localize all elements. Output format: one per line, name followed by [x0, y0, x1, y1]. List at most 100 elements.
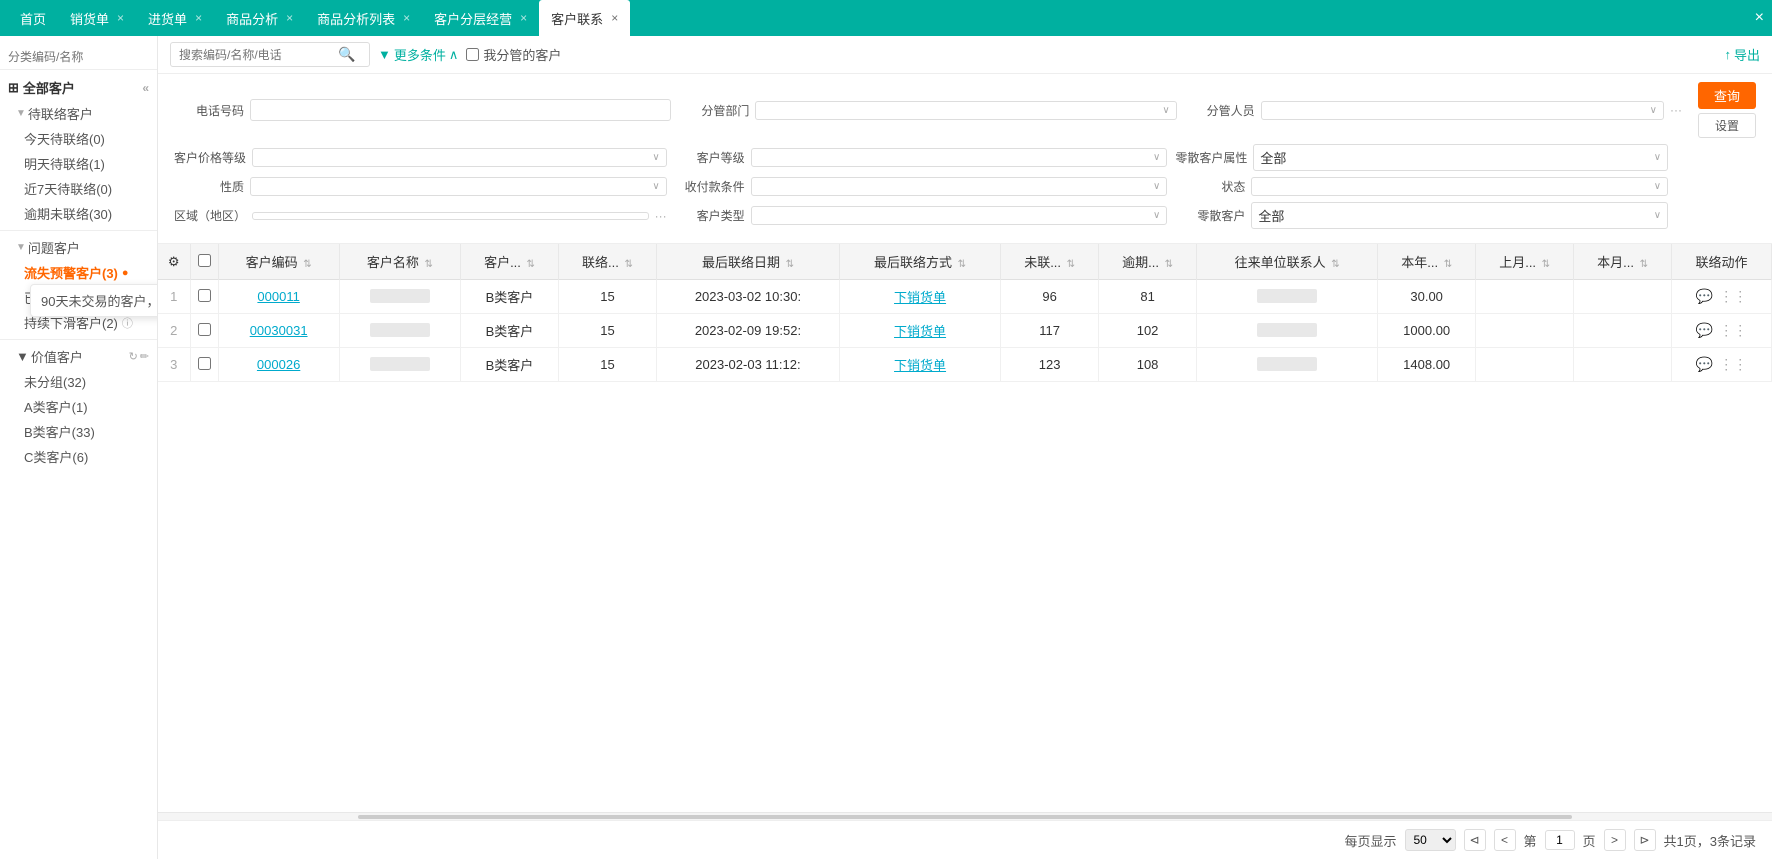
- tab-product-list-close[interactable]: ×: [403, 11, 410, 25]
- filter-scatter-select[interactable]: 全部 ∨: [1251, 202, 1668, 229]
- th-type[interactable]: 客户... ⇅: [461, 244, 559, 280]
- filter-scatter-attr-select[interactable]: 全部 ∨: [1253, 144, 1668, 171]
- filter-phone-input[interactable]: [250, 99, 671, 121]
- action-msg-1[interactable]: 💬: [1696, 288, 1713, 305]
- tab-customer-segment-close[interactable]: ×: [520, 11, 527, 25]
- tab-product-analysis[interactable]: 商品分析 ×: [214, 0, 305, 36]
- filter-btn[interactable]: ▼ 更多条件 ∧: [378, 45, 458, 64]
- th-contact[interactable]: 联络... ⇅: [558, 244, 656, 280]
- tab-purchase-close[interactable]: ×: [195, 11, 202, 25]
- my-customers-check-input[interactable]: [466, 48, 479, 61]
- window-close-btn[interactable]: ×: [1755, 9, 1764, 27]
- page-input[interactable]: [1545, 830, 1575, 850]
- filter-status-select[interactable]: ∨: [1251, 177, 1668, 196]
- th-this-month[interactable]: 本月... ⇅: [1574, 244, 1672, 280]
- sidebar-item-ungroup[interactable]: 未分组(32): [0, 369, 157, 394]
- action-more-2[interactable]: ⋮⋮: [1719, 322, 1747, 339]
- filter-payment-select[interactable]: ∨: [751, 177, 1168, 196]
- filter-grade-select[interactable]: ∨: [751, 148, 1168, 167]
- tab-purchase[interactable]: 进货单 ×: [136, 0, 214, 36]
- query-btn[interactable]: 查询: [1698, 82, 1756, 109]
- th-last-month[interactable]: 上月... ⇅: [1476, 244, 1574, 280]
- th-last-method[interactable]: 最后联络方式 ⇅: [839, 244, 1000, 280]
- sidebar-item-overdue[interactable]: 逾期未联络(30): [0, 201, 157, 226]
- my-customers-checkbox[interactable]: 我分管的客户: [466, 45, 561, 64]
- search-btn[interactable]: 🔍: [338, 46, 355, 63]
- filter-nature: 性质 ∨: [174, 177, 667, 196]
- row-checkbox-3[interactable]: [198, 357, 211, 370]
- td-method-2[interactable]: 下销货单: [839, 314, 1000, 348]
- filter-scatter-label: 零散客户: [1175, 207, 1245, 224]
- filter-region-select[interactable]: [252, 212, 649, 220]
- sidebar-section-pending[interactable]: ▼ 待联络客户: [0, 101, 157, 126]
- td-code-1[interactable]: 000011: [218, 280, 339, 314]
- th-gear[interactable]: ⚙: [158, 244, 190, 280]
- th-name[interactable]: 客户名称 ⇅: [339, 244, 460, 280]
- select-all-checkbox[interactable]: [198, 254, 211, 267]
- scrollbar-thumb[interactable]: [358, 815, 1572, 819]
- sort-nc-icon: ⇅: [1067, 259, 1075, 270]
- td-nc-2: 117: [1001, 314, 1099, 348]
- chevron-down-icon-8: ∨: [1654, 181, 1661, 192]
- td-code-3[interactable]: 000026: [218, 348, 339, 382]
- sidebar-section-value[interactable]: ▼ 价值客户 ↻ ✏: [0, 344, 157, 369]
- sidebar-item-churn-warning[interactable]: 流失预警客户(3) ●: [0, 260, 157, 285]
- sidebar-item-tomorrow[interactable]: 明天待联络(1): [0, 151, 157, 176]
- action-msg-2[interactable]: 💬: [1696, 322, 1713, 339]
- tab-customer-contact[interactable]: 客户联系 ×: [539, 0, 630, 36]
- page-size-select[interactable]: 50 20 100: [1405, 829, 1456, 851]
- tab-customer-contact-close[interactable]: ×: [611, 11, 618, 25]
- sidebar-search-area: 🔍: [0, 44, 157, 70]
- search-input[interactable]: [179, 48, 334, 62]
- tab-sales-close[interactable]: ×: [117, 11, 124, 25]
- action-msg-3[interactable]: 💬: [1696, 356, 1713, 373]
- setting-btn[interactable]: 设置: [1698, 113, 1756, 138]
- td-code-2[interactable]: 00030031: [218, 314, 339, 348]
- tab-product-list[interactable]: 商品分析列表 ×: [305, 0, 422, 36]
- sidebar-section-problem[interactable]: ▼ 问题客户: [0, 235, 157, 260]
- filter-price-grade-select[interactable]: ∨: [252, 148, 667, 167]
- last-page-btn[interactable]: ⊳: [1634, 829, 1656, 851]
- sidebar-item-b-class[interactable]: B类客户(33): [0, 419, 157, 444]
- filter-row-2: 客户价格等级 ∨ 客户等级 ∨ 零散客户属性 全部: [174, 144, 1756, 171]
- td-method-1[interactable]: 下销货单: [839, 280, 1000, 314]
- sidebar-all-customers[interactable]: ⊞ 全部客户 «: [0, 74, 157, 101]
- sidebar-item-c-class[interactable]: C类客户(6): [0, 444, 157, 469]
- action-more-1[interactable]: ⋮⋮: [1719, 288, 1747, 305]
- filter-dept-select[interactable]: ∨: [755, 101, 1176, 120]
- filter-cust-type-select[interactable]: ∨: [751, 206, 1168, 225]
- filter-nature-select[interactable]: ∨: [250, 177, 667, 196]
- first-page-btn[interactable]: ⊲: [1464, 829, 1486, 851]
- tab-sales[interactable]: 销货单 ×: [58, 0, 136, 36]
- th-contact-person[interactable]: 往来单位联系人 ⇅: [1197, 244, 1378, 280]
- row-checkbox-2[interactable]: [198, 323, 211, 336]
- chevron-down-icon-7: ∨: [1153, 181, 1160, 192]
- sidebar-item-7days[interactable]: 近7天待联络(0): [0, 176, 157, 201]
- prev-page-btn[interactable]: <: [1494, 829, 1516, 851]
- tab-customer-segment[interactable]: 客户分层经营 ×: [422, 0, 539, 36]
- td-method-3[interactable]: 下销货单: [839, 348, 1000, 382]
- filter-region-ellipsis[interactable]: ···: [655, 209, 667, 223]
- filter-person-ellipsis[interactable]: ···: [1670, 103, 1682, 117]
- sidebar-item-a-class[interactable]: A类客户(1): [0, 394, 157, 419]
- th-overdue[interactable]: 逾期... ⇅: [1099, 244, 1197, 280]
- sidebar-item-today[interactable]: 今天待联络(0): [0, 126, 157, 151]
- edit-icon[interactable]: ✏: [140, 350, 149, 363]
- next-page-btn[interactable]: >: [1604, 829, 1626, 851]
- action-more-3[interactable]: ⋮⋮: [1719, 356, 1747, 373]
- sidebar-search-input[interactable]: [8, 50, 158, 64]
- export-btn[interactable]: ↑ 导出: [1724, 45, 1760, 64]
- refresh-icon[interactable]: ↻: [129, 350, 138, 363]
- tab-sales-label: 销货单: [70, 9, 109, 28]
- page-label-2: 页: [1583, 831, 1596, 850]
- th-this-year[interactable]: 本年... ⇅: [1378, 244, 1476, 280]
- tab-product-analysis-close[interactable]: ×: [286, 11, 293, 25]
- tab-home[interactable]: 首页: [8, 0, 58, 36]
- row-checkbox-1[interactable]: [198, 289, 211, 302]
- th-last-date[interactable]: 最后联络日期 ⇅: [656, 244, 839, 280]
- sidebar-collapse-btn[interactable]: «: [142, 81, 149, 95]
- th-code[interactable]: 客户编码 ⇅: [218, 244, 339, 280]
- th-not-contacted[interactable]: 未联... ⇅: [1001, 244, 1099, 280]
- horizontal-scrollbar[interactable]: [158, 812, 1772, 820]
- filter-person-select[interactable]: ∨: [1261, 101, 1664, 120]
